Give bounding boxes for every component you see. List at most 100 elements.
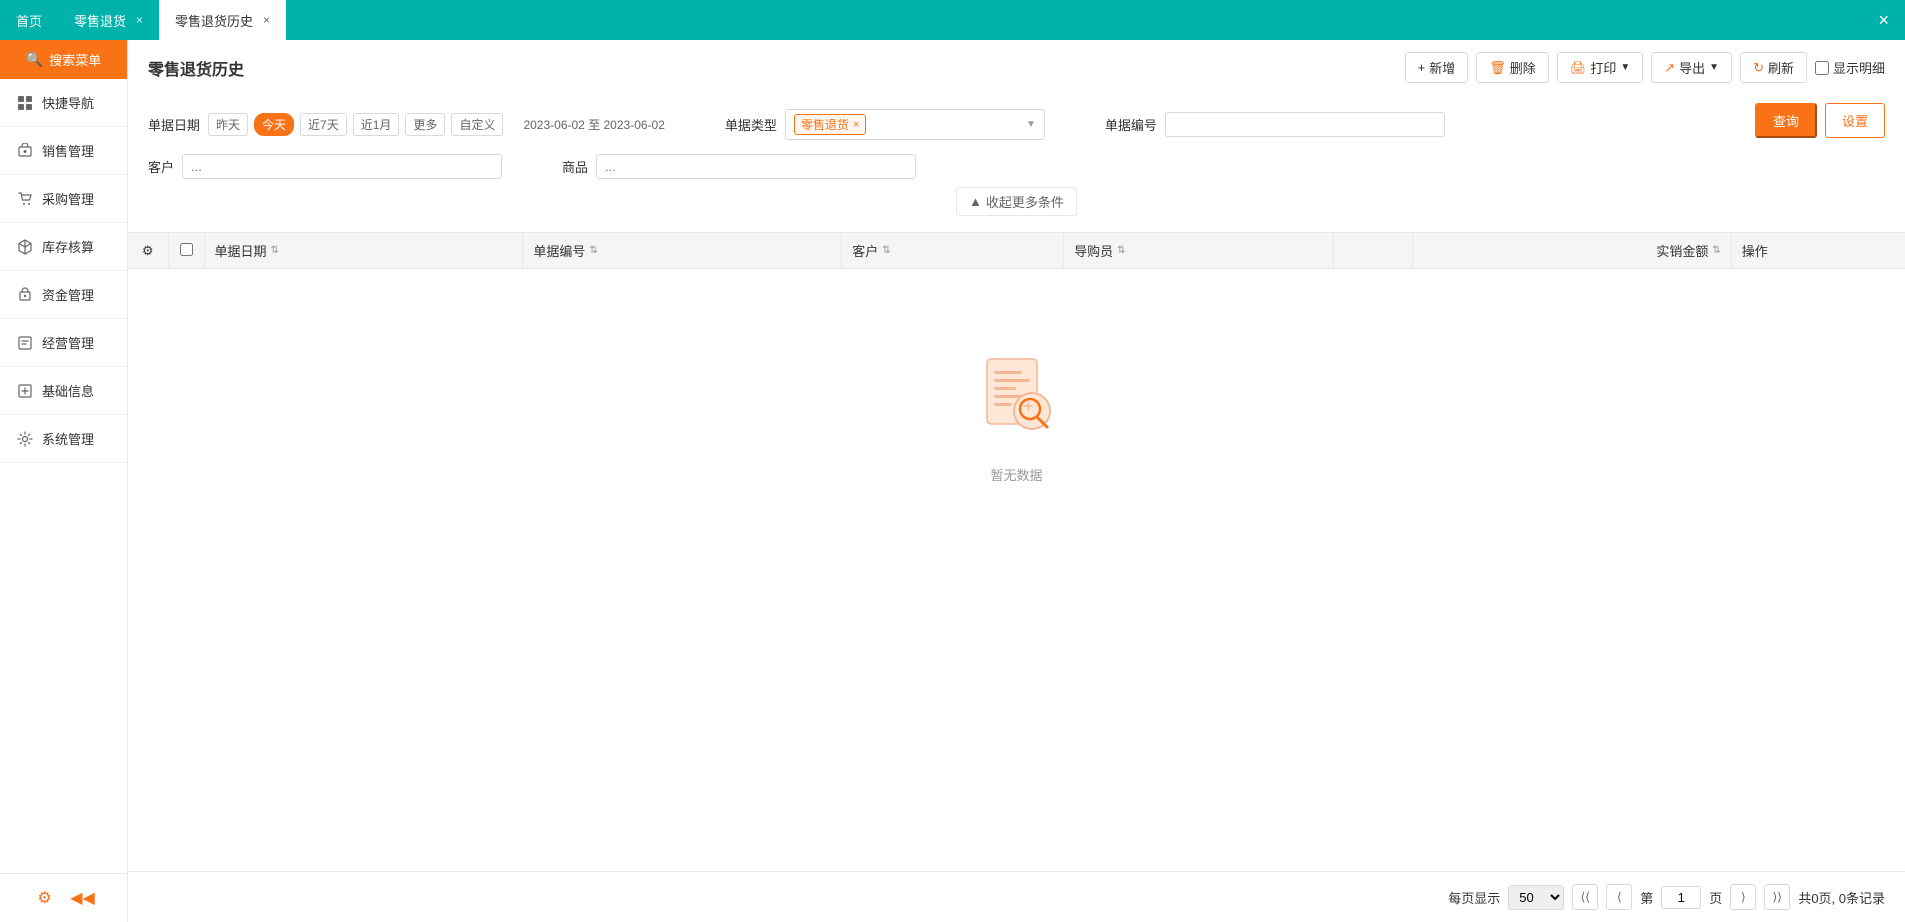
last-page-button[interactable]: ⟩⟩ [1764,884,1790,910]
table-container: ⚙ 单据日期 ⇅ 单据编号 [128,233,1905,871]
refresh-button-label: 刷新 [1768,58,1794,77]
data-table: ⚙ 单据日期 ⇅ 单据编号 [128,233,1905,564]
collapse-arrow-icon: ▲ [969,194,982,209]
show-detail-checkbox[interactable] [1815,61,1829,75]
export-button[interactable]: ↗ 导出 ▼ [1651,52,1732,83]
date-btn-7days[interactable]: 近7天 [300,113,347,136]
sidebar-search[interactable]: 🔍 搜索菜单 [0,40,127,79]
page-size-select[interactable]: 50 100 200 [1508,885,1564,910]
date-filter: 昨天 今天 近7天 近1月 更多 自定义 [208,113,503,136]
date-btn-yesterday[interactable]: 昨天 [208,113,248,136]
first-page-button[interactable]: ⟨⟨ [1572,884,1598,910]
sidebar-item-basic-info[interactable]: 基础信息 [0,367,127,415]
query-button[interactable]: 查询 [1755,103,1817,138]
print-icon: 🖨 [1570,60,1587,76]
setting-button[interactable]: 设置 [1825,103,1885,138]
print-chevron-icon: ▼ [1620,62,1630,73]
table-header-row: ⚙ 单据日期 ⇅ 单据编号 [128,233,1905,269]
print-button-label: 打印 [1590,58,1616,77]
page-size-label: 每页显示 [1448,888,1500,907]
next-page-button[interactable]: ⟩ [1730,884,1756,910]
page-label-pre: 第 [1640,888,1653,907]
date-btn-more[interactable]: 更多 [405,113,445,136]
show-detail-label: 显示明细 [1815,58,1885,77]
print-button[interactable]: 🖨 打印 ▼ [1557,52,1643,83]
purchase-icon [16,190,34,208]
tab-retail-return-history-close[interactable]: × [263,13,270,27]
th-settings[interactable]: ⚙ [128,233,168,269]
bill-type-tag: 零售退货 × [794,114,866,135]
th-checkbox [168,233,204,269]
customer-input[interactable] [182,154,502,179]
export-chevron-icon: ▼ [1709,62,1719,73]
th-bill-date-label: 单据日期 [215,241,267,260]
system-icon [16,430,34,448]
th-amount[interactable]: 实销金额 ⇅ [1412,233,1731,269]
sidebar-item-label: 库存核算 [42,237,94,256]
sidebar-item-purchase[interactable]: 采购管理 [0,175,127,223]
tab-retail-return-history[interactable]: 零售退货历史 × [159,0,286,40]
sidebar: 🔍 搜索菜单 快捷导航 销售管理 采购管理 库存核算 [0,40,128,922]
th-actions: 操作 [1731,233,1905,269]
bill-date-label: 单据日期 [148,115,200,134]
bill-type-select[interactable]: 零售退货 × ▼ [785,109,1045,140]
tag-label: 零售退货 [801,116,849,133]
page-number-input[interactable] [1661,886,1701,909]
toolbar: + 新增 🗑 删除 🖨 打印 ▼ ↗ 导出 ▼ [1405,52,1885,83]
date-btn-today[interactable]: 今天 [254,113,294,136]
filter-row-2: 客户 商品 [148,154,1885,179]
prev-page-button[interactable]: ⟨ [1606,884,1632,910]
bill-no-sort-icon: ⇅ [589,245,597,256]
amount-sort-icon: ⇅ [1712,245,1720,256]
bill-type-label: 单据类型 [725,115,777,134]
export-button-label: 导出 [1679,58,1705,77]
delete-button[interactable]: 🗑 删除 [1476,52,1549,83]
window-close-button[interactable]: × [1862,10,1905,31]
total-text: 共0页, 0条记录 [1798,888,1885,907]
empty-state: 暂无数据 [128,269,1905,564]
sidebar-search-label: 搜索菜单 [49,50,101,69]
tab-home[interactable]: 首页 [0,0,58,40]
show-detail-text: 显示明细 [1833,58,1885,77]
page-title-row: 零售退货历史 + 新增 🗑 删除 🖨 打印 ▼ [148,52,1885,83]
sidebar-item-inventory[interactable]: 库存核算 [0,223,127,271]
collapse-label: 收起更多条件 [986,192,1064,211]
volume-bottom-icon[interactable]: ◀◀ [69,884,97,912]
tab-retail-return-close[interactable]: × [136,13,143,27]
table-settings-icon[interactable]: ⚙ [142,243,154,258]
sidebar-item-quick-nav[interactable]: 快捷导航 [0,79,127,127]
bill-no-input[interactable] [1165,112,1445,137]
sidebar-item-operation[interactable]: 经营管理 [0,319,127,367]
select-all-checkbox[interactable] [180,243,193,256]
collapse-button[interactable]: ▲ 收起更多条件 [956,187,1077,216]
page-label-post: 页 [1709,888,1722,907]
th-guide[interactable]: 导购员 ⇅ [1064,233,1334,269]
date-btn-1month[interactable]: 近1月 [353,113,400,136]
th-bill-date[interactable]: 单据日期 ⇅ [204,233,523,269]
delete-icon: 🗑 [1489,60,1506,76]
th-bill-no-label: 单据编号 [533,241,585,260]
sidebar-item-label: 基础信息 [42,381,94,400]
th-customer[interactable]: 客户 ⇅ [842,233,1064,269]
sidebar-item-system[interactable]: 系统管理 [0,415,127,463]
bill-no-label: 单据编号 [1105,115,1157,134]
page-title: 零售退货历史 [148,56,244,80]
guide-sort-icon: ⇅ [1117,245,1125,256]
main-content: 零售退货历史 + 新增 🗑 删除 🖨 打印 ▼ [128,40,1905,922]
add-button[interactable]: + 新增 [1405,52,1469,83]
filter-area: 单据日期 昨天 今天 近7天 近1月 更多 自定义 2023-06-02 至 2… [148,93,1885,232]
sales-icon [16,142,34,160]
settings-bottom-icon[interactable]: ⚙ [31,884,59,912]
sidebar-item-finance[interactable]: 资金管理 [0,271,127,319]
add-icon: + [1418,60,1426,75]
add-button-label: 新增 [1429,58,1455,77]
date-btn-custom[interactable]: 自定义 [451,113,503,136]
export-icon: ↗ [1664,60,1675,76]
goods-input[interactable] [596,154,916,179]
sidebar-item-sales[interactable]: 销售管理 [0,127,127,175]
tab-retail-return[interactable]: 零售退货 × [58,0,159,40]
empty-row: 暂无数据 [128,269,1905,565]
tag-close-icon[interactable]: × [853,119,859,131]
th-bill-no[interactable]: 单据编号 ⇅ [523,233,842,269]
refresh-button[interactable]: ↻ 刷新 [1740,52,1807,83]
